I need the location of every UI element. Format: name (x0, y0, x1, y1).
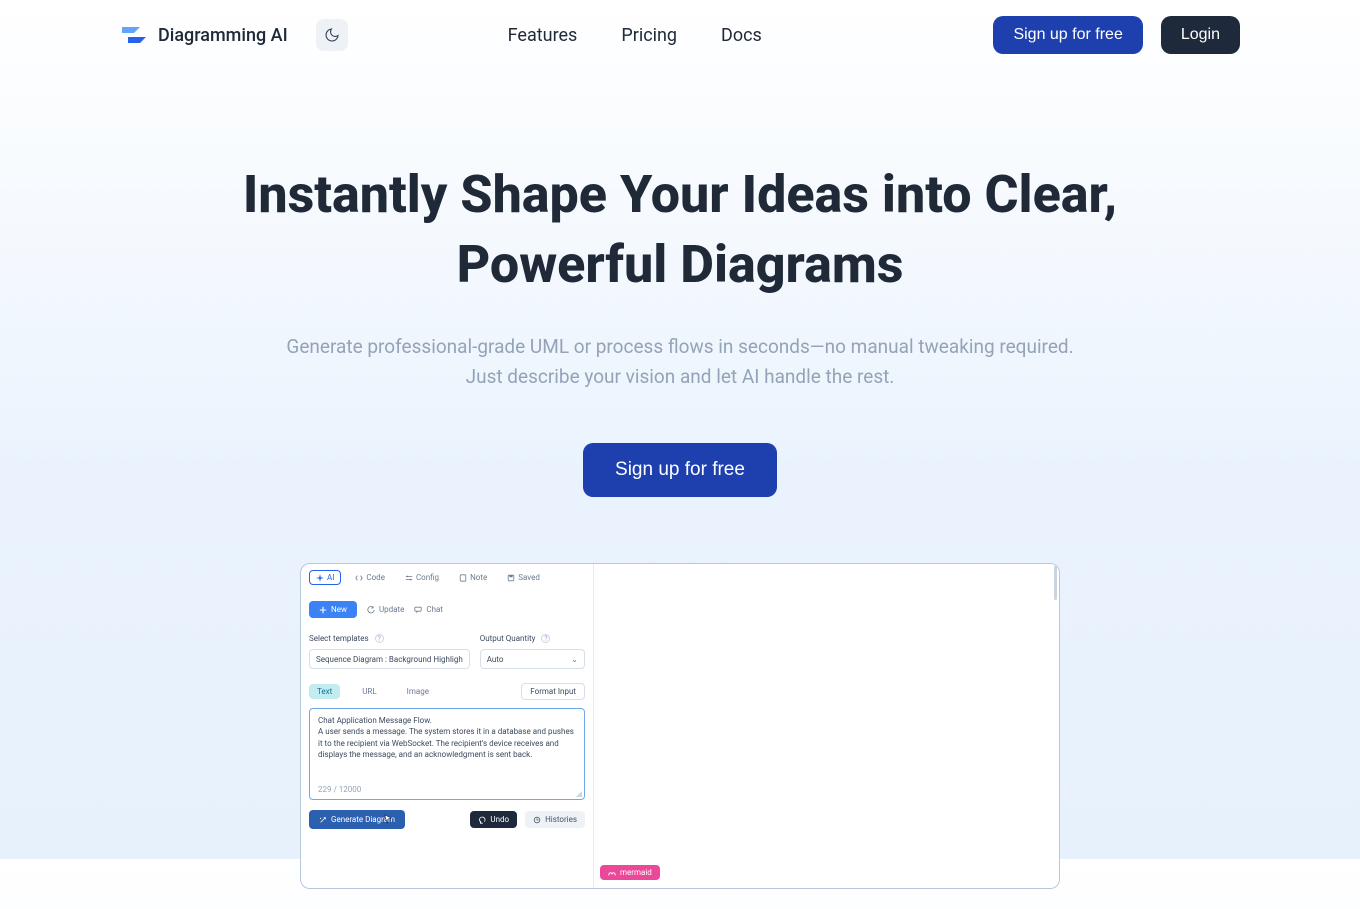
logo-text: Diagramming AI (158, 25, 288, 46)
chevron-down-icon: ⌄ (571, 655, 578, 664)
generate-diagram-button[interactable]: Generate Diagram (309, 810, 405, 829)
demo-left-pane: AI Code Config Note Saved (301, 564, 594, 888)
new-button[interactable]: New (309, 601, 357, 618)
tab-ai[interactable]: AI (309, 570, 341, 585)
select-templates-group: Select templates ? Sequence Diagram : Ba… (309, 634, 470, 669)
output-qty-dropdown[interactable]: Auto ⌄ (480, 649, 585, 669)
clock-icon (533, 816, 541, 824)
output-qty-group: Output Quantity ? Auto ⌄ (480, 634, 585, 669)
select-templates-dropdown[interactable]: Sequence Diagram : Background Highligh (309, 649, 470, 669)
prompt-title-line: Chat Application Message Flow. (318, 715, 576, 726)
undo-button[interactable]: Undo (470, 811, 517, 828)
saved-icon (507, 574, 515, 582)
tab-code-label: Code (366, 573, 385, 582)
note-icon (459, 574, 467, 582)
config-icon (405, 574, 413, 582)
scrollbar[interactable] (1053, 566, 1059, 886)
help-icon[interactable]: ? (541, 634, 550, 643)
select-templates-label: Select templates ? (309, 634, 470, 643)
demo-selects-row: Select templates ? Sequence Diagram : Ba… (309, 634, 585, 669)
demo-panel: AI Code Config Note Saved (300, 563, 1060, 889)
input-tab-text[interactable]: Text (309, 684, 340, 699)
tab-config[interactable]: Config (399, 570, 445, 585)
moon-icon (324, 27, 340, 43)
input-type-tabs: Text URL Image Format Input (309, 683, 585, 700)
update-link[interactable]: Update (367, 605, 404, 614)
header: Diagramming AI Features Pricing Docs Sig… (0, 0, 1360, 70)
undo-icon (478, 816, 486, 824)
resize-handle-icon[interactable] (576, 791, 582, 797)
demo-right-pane: mermaid (594, 564, 1059, 888)
mermaid-tag[interactable]: mermaid (600, 865, 660, 880)
output-qty-label: Output Quantity ? (480, 634, 585, 643)
hero: Instantly Shape Your Ideas into Clear, P… (0, 70, 1360, 527)
demo-sub-tabs: New Update Chat (309, 601, 585, 618)
login-button[interactable]: Login (1161, 16, 1240, 54)
main-nav: Features Pricing Docs (508, 25, 762, 46)
demo-top-tabs: AI Code Config Note Saved (309, 570, 585, 585)
wand-icon (319, 816, 327, 824)
logo[interactable]: Diagramming AI (120, 24, 288, 46)
tab-config-label: Config (416, 573, 439, 582)
plus-icon (319, 606, 327, 614)
tab-saved-label: Saved (518, 573, 540, 582)
demo-container: AI Code Config Note Saved (0, 563, 1360, 909)
histories-button[interactable]: Histories (525, 811, 585, 828)
sparkle-icon (316, 574, 324, 582)
prompt-text-content: Chat Application Message Flow. A user se… (318, 715, 576, 778)
mermaid-icon (608, 869, 616, 877)
hero-subtitle: Generate professional-grade UML or proce… (270, 332, 1090, 391)
nav-pricing[interactable]: Pricing (621, 25, 677, 46)
demo-action-row: Generate Diagram Undo Histories (309, 810, 585, 829)
char-count: 229 / 12000 (318, 784, 576, 795)
select-templates-label-text: Select templates (309, 634, 369, 643)
signup-button-header[interactable]: Sign up for free (993, 16, 1142, 54)
update-label: Update (379, 605, 404, 614)
header-actions: Sign up for free Login (993, 16, 1240, 54)
chat-icon (414, 606, 422, 614)
hero-title: Instantly Shape Your Ideas into Clear, P… (230, 160, 1130, 300)
tab-code[interactable]: Code (349, 570, 391, 585)
cursor-icon (383, 814, 393, 824)
signup-button-hero[interactable]: Sign up for free (583, 443, 777, 497)
histories-label: Histories (545, 815, 577, 824)
code-icon (355, 574, 363, 582)
prompt-body-text: A user sends a message. The system store… (318, 726, 576, 760)
prompt-textarea[interactable]: Chat Application Message Flow. A user se… (309, 708, 585, 800)
chat-label: Chat (426, 605, 443, 614)
input-tab-url[interactable]: URL (354, 684, 384, 699)
output-qty-value: Auto (487, 655, 504, 664)
nav-features[interactable]: Features (508, 25, 578, 46)
chat-link[interactable]: Chat (414, 605, 443, 614)
format-input-button[interactable]: Format Input (521, 683, 585, 700)
output-qty-label-text: Output Quantity (480, 634, 536, 643)
refresh-icon (367, 606, 375, 614)
tab-ai-label: AI (327, 573, 334, 582)
new-label: New (331, 605, 347, 614)
mermaid-label: mermaid (620, 868, 652, 877)
undo-label: Undo (490, 815, 509, 824)
tab-saved[interactable]: Saved (501, 570, 546, 585)
input-tab-image[interactable]: Image (399, 684, 437, 699)
nav-docs[interactable]: Docs (721, 25, 762, 46)
help-icon[interactable]: ? (375, 634, 384, 643)
logo-mark-icon (120, 24, 148, 46)
tab-note-label: Note (470, 573, 487, 582)
theme-toggle-button[interactable] (316, 19, 348, 51)
tab-note[interactable]: Note (453, 570, 493, 585)
select-templates-value: Sequence Diagram : Background Highligh (316, 655, 463, 664)
